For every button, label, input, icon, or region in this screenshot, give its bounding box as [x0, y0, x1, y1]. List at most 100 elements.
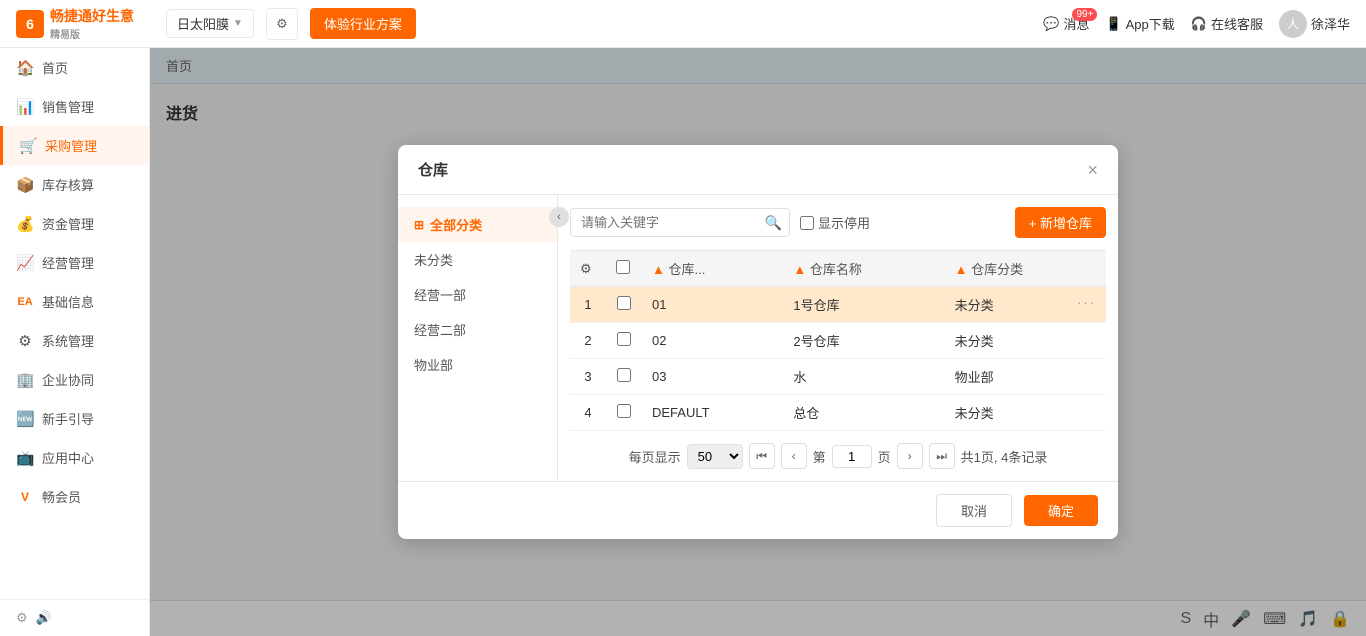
first-page-btn[interactable]: ⏮ [749, 443, 775, 469]
row4-cb[interactable] [606, 395, 642, 431]
modal-body: ⊞ 全部分类 未分类 经营一部 经营二部 物业部 [398, 195, 1118, 481]
sidebar-item-operation[interactable]: 📈 经营管理 [0, 243, 149, 282]
confirm-button[interactable]: 确定 [1024, 495, 1098, 526]
sidebar-label-inventory: 库存核算 [42, 175, 94, 194]
th-name[interactable]: ▲ 仓库名称 [783, 251, 944, 287]
service-label: 在线客服 [1211, 14, 1263, 33]
table-body: 1 01 1号仓库 未分类 ··· [570, 287, 1106, 431]
basics-icon: EA [16, 296, 34, 308]
brand-icon: 6 [16, 10, 44, 38]
show-disabled-checkbox[interactable] [800, 216, 814, 230]
industry-btn[interactable]: 体验行业方案 [310, 8, 416, 39]
page-label: 第 [813, 447, 826, 466]
add-warehouse-button[interactable]: + 新增仓库 [1015, 207, 1106, 238]
modal-header: 仓库 × [398, 145, 1118, 195]
sidebar-item-basics[interactable]: EA 基础信息 [0, 282, 149, 321]
row2-checkbox[interactable] [617, 332, 631, 346]
app-icon: 📱 [1105, 16, 1121, 32]
settings-button[interactable]: ⚙ [266, 8, 298, 40]
user-avatar: 人 [1279, 10, 1307, 38]
cat-item-dept2[interactable]: 经营二部 [398, 312, 557, 347]
select-all-checkbox[interactable] [616, 260, 630, 274]
row1-num: 1 [570, 287, 606, 323]
sidebar-label-basics: 基础信息 [42, 292, 94, 311]
settings-bottom-icon: ⚙ [16, 610, 28, 626]
cat-label-3: 物业部 [414, 355, 453, 374]
sidebar-item-enterprise[interactable]: 🏢 企业协同 [0, 360, 149, 399]
search-bar: 🔍 显示停用 + 新增仓库 [570, 207, 1106, 238]
sidebar-item-finance[interactable]: 💰 资金管理 [0, 204, 149, 243]
sidebar-bottom[interactable]: ⚙ 🔊 [0, 599, 149, 636]
row2-category: 未分类 [945, 323, 1106, 359]
messages-btn[interactable]: 💬 消息 99+ [1043, 14, 1089, 33]
sidebar-item-system[interactable]: ⚙ 系统管理 [0, 321, 149, 360]
modal-title: 仓库 [418, 159, 448, 180]
sidebar-item-guide[interactable]: 🆕 新手引导 [0, 399, 149, 438]
store-selector[interactable]: 日太阳膜 ▼ [166, 9, 254, 38]
search-input[interactable] [570, 208, 790, 237]
row1-category: 未分类 ··· [945, 287, 1106, 323]
user-menu[interactable]: 人 徐泽华 [1279, 10, 1350, 38]
finance-icon: 💰 [16, 215, 34, 233]
online-service-btn[interactable]: 🎧 在线客服 [1191, 14, 1263, 33]
th-checkbox[interactable] [606, 251, 642, 287]
cat-label-1: 经营一部 [414, 285, 466, 304]
row4-checkbox[interactable] [617, 404, 631, 418]
sidebar: 🏠 首页 📊 销售管理 🛒 采购管理 📦 库存核算 💰 资金管理 📈 经营管理 … [0, 48, 150, 636]
table-row[interactable]: 1 01 1号仓库 未分类 ··· [570, 287, 1106, 323]
search-input-wrap: 🔍 [570, 208, 790, 237]
row3-checkbox[interactable] [617, 368, 631, 382]
sidebar-item-inventory[interactable]: 📦 库存核算 [0, 165, 149, 204]
row1-code: 01 [642, 287, 783, 323]
collapse-button[interactable]: ‹ [549, 207, 569, 227]
modal-overlay: 仓库 × ⊞ 全部分类 未分类 经营 [150, 48, 1366, 636]
cat-item-dept1[interactable]: 经营一部 [398, 277, 557, 312]
sidebar-item-sales[interactable]: 📊 销售管理 [0, 87, 149, 126]
th-code-label: 仓库... [669, 262, 706, 277]
cat-item-all[interactable]: ⊞ 全部分类 [398, 207, 557, 242]
cancel-button[interactable]: 取消 [936, 494, 1012, 527]
header-center: 日太阳膜 ▼ ⚙ 体验行业方案 [166, 8, 1043, 40]
sidebar-item-member[interactable]: V 畅会员 [0, 477, 149, 516]
row1-action-dots[interactable]: ··· [1077, 295, 1096, 310]
home-icon: 🏠 [16, 59, 34, 77]
cat-item-unclassified[interactable]: 未分类 [398, 242, 557, 277]
message-icon: 💬 [1043, 16, 1059, 32]
guide-icon: 🆕 [16, 410, 34, 428]
th-category[interactable]: ▲ 仓库分类 [945, 251, 1106, 287]
modal-close-button[interactable]: × [1087, 161, 1098, 179]
table-row[interactable]: 2 02 2号仓库 未分类 [570, 323, 1106, 359]
sidebar-item-home[interactable]: 🏠 首页 [0, 48, 149, 87]
warehouse-modal: 仓库 × ⊞ 全部分类 未分类 经营 [398, 145, 1118, 539]
brand-name: 畅捷通好生意 [50, 6, 134, 26]
row3-cb[interactable] [606, 359, 642, 395]
prev-page-btn[interactable]: ‹ [781, 443, 807, 469]
search-icon[interactable]: 🔍 [765, 214, 782, 231]
next-page-btn[interactable]: › [897, 443, 923, 469]
per-page-select[interactable]: 50 10 20 100 [687, 444, 743, 469]
table-header: ⚙ ▲ 仓库... [570, 251, 1106, 287]
grid-icon: ⊞ [414, 218, 424, 232]
system-icon: ⚙ [16, 332, 34, 350]
last-page-btn[interactable]: ⏭ [929, 443, 955, 469]
row4-category: 未分类 [945, 395, 1106, 431]
row1-cb[interactable] [606, 287, 642, 323]
app-download-btn[interactable]: 📱 App下载 [1105, 14, 1174, 33]
th-code[interactable]: ▲ 仓库... [642, 251, 783, 287]
main-layout: 🏠 首页 📊 销售管理 🛒 采购管理 📦 库存核算 💰 资金管理 📈 经营管理 … [0, 48, 1366, 636]
sales-icon: 📊 [16, 98, 34, 116]
table-row[interactable]: 4 DEFAULT 总仓 未分类 [570, 395, 1106, 431]
inventory-icon: 📦 [16, 176, 34, 194]
row4-num: 4 [570, 395, 606, 431]
sidebar-item-purchase[interactable]: 🛒 采购管理 [0, 126, 149, 165]
row1-checkbox[interactable] [617, 296, 631, 310]
row3-code: 03 [642, 359, 783, 395]
table-row[interactable]: 3 03 水 物业部 [570, 359, 1106, 395]
th-settings[interactable]: ⚙ [570, 251, 606, 287]
show-disabled-label: 显示停用 [800, 213, 870, 232]
row2-cb[interactable] [606, 323, 642, 359]
cat-label-all: 全部分类 [430, 215, 482, 234]
sidebar-item-apps[interactable]: 📺 应用中心 [0, 438, 149, 477]
page-input[interactable] [832, 445, 872, 468]
cat-item-property[interactable]: 物业部 [398, 347, 557, 382]
